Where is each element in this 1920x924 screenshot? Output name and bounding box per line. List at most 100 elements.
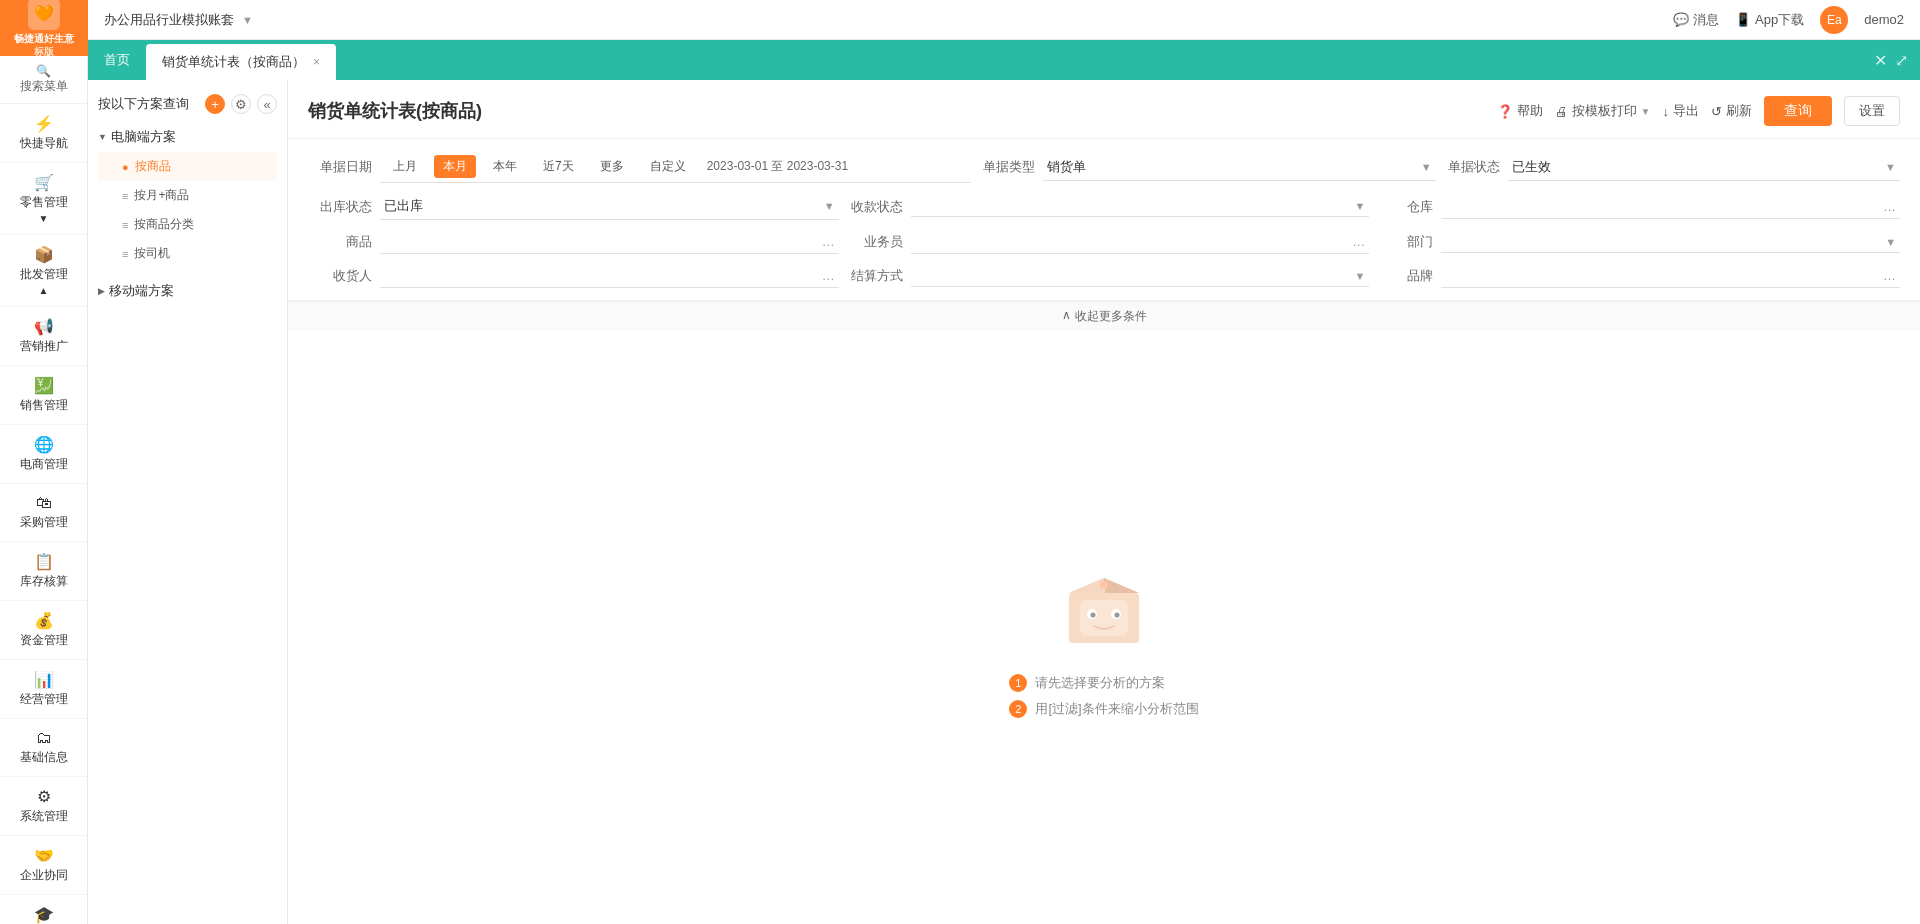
date-btn-custom[interactable]: 自定义 bbox=[641, 155, 695, 178]
panel-title: 按以下方案查询 bbox=[98, 95, 189, 113]
inventory-label: 库存核算 bbox=[20, 573, 68, 590]
settlement-filter-control[interactable]: ▼ bbox=[911, 266, 1370, 287]
settings-button[interactable]: 设置 bbox=[1844, 96, 1900, 126]
scheme-item-driver[interactable]: ≡ 按司机 bbox=[98, 239, 277, 268]
operations-label: 经营管理 bbox=[20, 691, 68, 708]
department-filter-control[interactable]: ▼ bbox=[1441, 232, 1900, 253]
export-button[interactable]: ↓ 导出 bbox=[1663, 102, 1700, 120]
doctype-label: 单据类型 bbox=[971, 158, 1043, 176]
sidebar-search[interactable]: 🔍 帮助 搜索菜单 bbox=[0, 56, 87, 104]
search-icon: 🔍 bbox=[6, 64, 81, 78]
date-label: 单据日期 bbox=[308, 158, 380, 176]
filter-item-doctype: 单据类型 销货单 ▼ bbox=[971, 154, 1435, 181]
sidebar-item-inventory[interactable]: 📋 库存核算 bbox=[0, 542, 87, 601]
sidebar-item-sales[interactable]: 💹 销售管理 bbox=[0, 366, 87, 425]
scheme-add-button[interactable]: + bbox=[205, 94, 225, 114]
user-avatar[interactable]: Ea bbox=[1820, 6, 1848, 34]
collapse-row[interactable]: ∧ 收起更多条件 bbox=[288, 301, 1920, 331]
scheme-item-goods-category[interactable]: ≡ 按商品分类 bbox=[98, 210, 277, 239]
docstatus-filter-control[interactable]: 已生效 ▼ bbox=[1508, 154, 1900, 181]
wholesale-label: 批发管理 bbox=[20, 266, 68, 283]
app-logo[interactable]: 🧡 畅捷通好生意 标版 bbox=[0, 0, 88, 56]
scheme-item-month-goods[interactable]: ≡ 按月+商品 bbox=[98, 181, 277, 210]
refresh-button[interactable]: ↺ 刷新 bbox=[1711, 102, 1752, 120]
filter-item-brand: 品牌 … bbox=[1369, 264, 1900, 288]
sidebar-item-basic[interactable]: 🗂 基础信息 bbox=[0, 719, 87, 777]
panel-collapse-button[interactable]: « bbox=[257, 94, 277, 114]
wholesale-icon: 📦 bbox=[34, 245, 54, 264]
receiver-filter-control[interactable]: … bbox=[380, 264, 839, 288]
basic-icon: 🗂 bbox=[36, 729, 52, 747]
sidebar-item-system[interactable]: ⚙ 系统管理 bbox=[0, 777, 87, 836]
print-label: 按模板打印 bbox=[1572, 102, 1637, 120]
svg-marker-3 bbox=[1104, 578, 1139, 593]
docstatus-label: 单据状态 bbox=[1436, 158, 1508, 176]
home-tab-label: 首页 bbox=[104, 51, 130, 69]
filter-item-department: 部门 ▼ bbox=[1369, 232, 1900, 253]
user-name[interactable]: demo2 bbox=[1864, 12, 1904, 27]
goods-filter-control[interactable]: … bbox=[380, 230, 839, 254]
print-icon: 🖨 bbox=[1555, 104, 1568, 119]
system-label: 系统管理 bbox=[20, 808, 68, 825]
svg-point-8 bbox=[1091, 612, 1096, 617]
brand-filter-control[interactable]: … bbox=[1441, 264, 1900, 288]
sidebar-item-wholesale[interactable]: 📦 批发管理 ▲ bbox=[0, 235, 87, 307]
sidebar-item-quicknav[interactable]: ⚡ 快捷导航 bbox=[0, 104, 87, 163]
scheme-settings-button[interactable]: ⚙ bbox=[231, 94, 251, 114]
filter-row-1: 单据日期 上月 本月 本年 近7天 更多 自定义 2023-03-01 至 20… bbox=[308, 151, 1900, 183]
scheme-group-mobile-title[interactable]: ▶ 移动端方案 bbox=[98, 276, 277, 306]
sidebar-item-finance[interactable]: 💰 资金管理 bbox=[0, 601, 87, 660]
message-icon: 💬 bbox=[1673, 12, 1689, 27]
tab-expand-button[interactable]: ⤢ bbox=[1895, 51, 1908, 70]
sidebar-item-operations[interactable]: 📊 经营管理 bbox=[0, 660, 87, 719]
sidebar-item-enterprise[interactable]: 🤝 企业协同 bbox=[0, 836, 87, 895]
receiptstatus-filter-control[interactable]: ▼ bbox=[911, 196, 1370, 217]
goods-dots: … bbox=[822, 234, 835, 249]
tab-close-all-button[interactable]: ✕ bbox=[1874, 51, 1887, 70]
scheme-group-desktop-title[interactable]: ▼ 电脑端方案 bbox=[98, 122, 277, 152]
help-button[interactable]: ❓ 帮助 bbox=[1497, 102, 1543, 120]
inventory-icon: 📋 bbox=[34, 552, 54, 571]
outstatus-filter-control[interactable]: 已出库 ▼ bbox=[380, 193, 839, 220]
sidebar-item-purchase[interactable]: 🛍 采购管理 bbox=[0, 484, 87, 542]
tab-active[interactable]: 销货单统计表（按商品） × bbox=[146, 44, 336, 80]
filter-item-outstatus: 出库状态 已出库 ▼ bbox=[308, 193, 839, 220]
svg-marker-2 bbox=[1069, 578, 1104, 593]
sidebar-item-ecommerce[interactable]: 🌐 电商管理 bbox=[0, 425, 87, 484]
date-btn-lastmonth[interactable]: 上月 bbox=[384, 155, 426, 178]
date-btn-more[interactable]: 更多 bbox=[591, 155, 633, 178]
warehouse-filter-control[interactable]: … bbox=[1441, 195, 1900, 219]
date-btn-thisyear[interactable]: 本年 bbox=[484, 155, 526, 178]
filter-row-2: 出库状态 已出库 ▼ 收款状态 ▼ 仓库 bbox=[308, 193, 1900, 220]
salesman-label: 业务员 bbox=[839, 233, 911, 251]
date-btn-7days[interactable]: 近7天 bbox=[534, 155, 583, 178]
filter-row-4: 收货人 … 结算方式 ▼ 品牌 bbox=[308, 264, 1900, 288]
scheme-active-icon: ● bbox=[122, 161, 129, 173]
finance-icon: 💰 bbox=[34, 611, 54, 630]
app-download-button[interactable]: 📱 App下载 bbox=[1735, 11, 1804, 29]
filter-item-date: 单据日期 上月 本月 本年 近7天 更多 自定义 2023-03-01 至 20… bbox=[308, 151, 971, 183]
message-button[interactable]: 💬 消息 bbox=[1673, 11, 1719, 29]
doctype-filter-control[interactable]: 销货单 ▼ bbox=[1043, 154, 1435, 181]
page-title-bar: 销货单统计表(按商品) ❓ 帮助 🖨 按模板打印 ▼ ↓ 导出 bbox=[288, 80, 1920, 139]
purchase-icon: 🛍 bbox=[36, 494, 52, 512]
sidebar: 🧡 畅捷通好生意 标版 🔍 帮助 搜索菜单 ⚡ 快捷导航 🛒 零售管理 ▼ 📦 … bbox=[0, 0, 88, 924]
date-filter-control[interactable]: 上月 本月 本年 近7天 更多 自定义 2023-03-01 至 2023-03… bbox=[380, 151, 971, 183]
print-arrow: ▼ bbox=[1641, 106, 1651, 117]
sidebar-item-marketing[interactable]: 📢 营销推广 bbox=[0, 307, 87, 366]
dropdown-arrow[interactable]: ▼ bbox=[242, 14, 253, 26]
date-btn-thismonth[interactable]: 本月 bbox=[434, 155, 476, 178]
sidebar-item-retail[interactable]: 🛒 零售管理 ▼ bbox=[0, 163, 87, 235]
svg-point-9 bbox=[1115, 612, 1120, 617]
sidebar-item-newbie[interactable]: 🎓 新手引导 bbox=[0, 895, 87, 924]
print-button[interactable]: 🖨 按模板打印 ▼ bbox=[1555, 102, 1651, 120]
page-title: 销货单统计表(按商品) bbox=[308, 99, 482, 123]
query-button[interactable]: 查询 bbox=[1764, 96, 1832, 126]
doctype-value: 销货单 bbox=[1047, 158, 1416, 176]
close-tab-button[interactable]: × bbox=[313, 55, 320, 69]
salesman-filter-control[interactable]: … bbox=[911, 230, 1370, 254]
scheme-item-by-goods[interactable]: ● 按商品 bbox=[98, 152, 277, 181]
scheme-icon-2: ≡ bbox=[122, 219, 128, 231]
ecommerce-label: 电商管理 bbox=[20, 456, 68, 473]
tab-home[interactable]: 首页 bbox=[88, 40, 146, 80]
